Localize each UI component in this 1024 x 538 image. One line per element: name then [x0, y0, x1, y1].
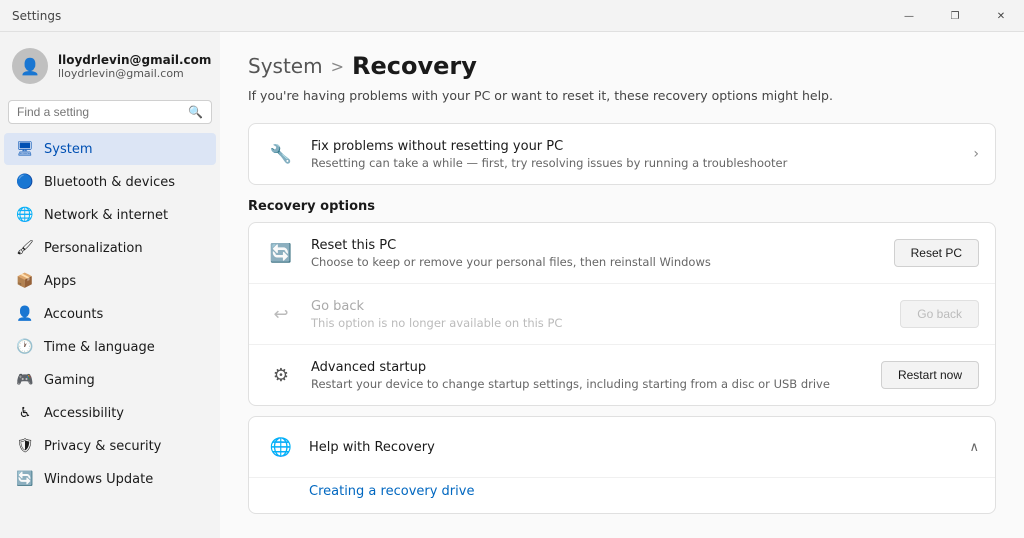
titlebar: Settings — ❐ ✕ [0, 0, 1024, 32]
help-recovery-icon: 🌐 [265, 431, 297, 463]
sidebar-item-update[interactable]: 🔄 Windows Update [4, 463, 216, 495]
search-icon: 🔍 [188, 105, 203, 119]
window-title: Settings [12, 9, 61, 23]
help-recovery-content: Creating a recovery drive [249, 477, 995, 513]
breadcrumb: System > Recovery [248, 52, 996, 80]
sidebar-item-label: Time & language [44, 340, 155, 355]
gaming-icon: 🎮 [16, 371, 34, 389]
fix-problems-chevron: › [973, 146, 979, 162]
user-info: lloydrlevin@gmail.com lloydrlevin@gmail.… [58, 53, 211, 80]
fix-problems-text: Fix problems without resetting your PC R… [311, 139, 959, 170]
sidebar-item-network[interactable]: 🌐 Network & internet [4, 199, 216, 231]
avatar: 👤 [12, 48, 48, 84]
sidebar-item-label: Bluetooth & devices [44, 175, 175, 190]
advanced-startup-title: Advanced startup [311, 360, 867, 375]
go-back-row: ↩ Go back This option is no longer avail… [249, 283, 995, 344]
reset-pc-row: 🔄 Reset this PC Choose to keep or remove… [249, 223, 995, 283]
sidebar-item-system[interactable]: 🖥 System [4, 133, 216, 165]
breadcrumb-parent: System [248, 54, 323, 78]
sidebar-item-label: Accessibility [44, 406, 124, 421]
nav-container: 🖥 System 🔵 Bluetooth & devices 🌐 Network… [0, 132, 220, 496]
minimize-button[interactable]: — [886, 0, 932, 32]
sidebar-item-label: Personalization [44, 241, 143, 256]
sidebar-item-accessibility[interactable]: ♿ Accessibility [4, 397, 216, 429]
help-recovery-header[interactable]: 🌐 Help with Recovery ∧ [249, 417, 995, 477]
fix-problems-card[interactable]: 🔧 Fix problems without resetting your PC… [248, 123, 996, 185]
breadcrumb-separator: > [331, 57, 344, 76]
reset-pc-text: Reset this PC Choose to keep or remove y… [311, 238, 880, 269]
user-email-secondary: lloydrlevin@gmail.com [58, 67, 211, 80]
window-controls: — ❐ ✕ [886, 0, 1024, 31]
apps-icon: 📦 [16, 272, 34, 290]
fix-problems-subtitle: Resetting can take a while — first, try … [311, 156, 959, 170]
fix-problems-icon: 🔧 [265, 138, 297, 170]
user-profile[interactable]: 👤 lloydrlevin@gmail.com lloydrlevin@gmai… [0, 40, 220, 100]
go-back-text: Go back This option is no longer availab… [311, 299, 886, 330]
sidebar-item-privacy[interactable]: 🛡 Privacy & security [4, 430, 216, 462]
advanced-startup-text: Advanced startup Restart your device to … [311, 360, 867, 391]
sidebar-item-label: Gaming [44, 373, 95, 388]
maximize-button[interactable]: ❐ [932, 0, 978, 32]
reset-pc-icon: 🔄 [265, 237, 297, 269]
reset-pc-title: Reset this PC [311, 238, 880, 253]
system-icon: 🖥 [16, 140, 34, 158]
time-icon: 🕐 [16, 338, 34, 356]
sidebar-item-label: Privacy & security [44, 439, 161, 454]
creating-recovery-drive-link[interactable]: Creating a recovery drive [309, 484, 474, 499]
advanced-startup-subtitle: Restart your device to change startup se… [311, 377, 867, 391]
help-recovery-title: Help with Recovery [309, 440, 957, 455]
app-container: 👤 lloydrlevin@gmail.com lloydrlevin@gmai… [0, 32, 1024, 538]
reset-pc-button[interactable]: Reset PC [894, 239, 979, 267]
update-icon: 🔄 [16, 470, 34, 488]
sidebar-item-time[interactable]: 🕐 Time & language [4, 331, 216, 363]
sidebar-item-gaming[interactable]: 🎮 Gaming [4, 364, 216, 396]
restart-now-button[interactable]: Restart now [881, 361, 979, 389]
sidebar-item-accounts[interactable]: 👤 Accounts [4, 298, 216, 330]
close-button[interactable]: ✕ [978, 0, 1024, 32]
sidebar-item-bluetooth[interactable]: 🔵 Bluetooth & devices [4, 166, 216, 198]
personalization-icon: 🖌 [16, 239, 34, 257]
accessibility-icon: ♿ [16, 404, 34, 422]
search-box[interactable]: 🔍 [8, 100, 212, 124]
reset-pc-subtitle: Choose to keep or remove your personal f… [311, 255, 880, 269]
go-back-icon: ↩ [265, 298, 297, 330]
recovery-options-card: 🔄 Reset this PC Choose to keep or remove… [248, 222, 996, 406]
fix-problems-title: Fix problems without resetting your PC [311, 139, 959, 154]
sidebar-item-personalization[interactable]: 🖌 Personalization [4, 232, 216, 264]
get-help-icon: 💬 [248, 534, 280, 538]
sidebar-item-label: Windows Update [44, 472, 153, 487]
recovery-section-label: Recovery options [248, 199, 996, 214]
page-description: If you're having problems with your PC o… [248, 88, 996, 103]
accounts-icon: 👤 [16, 305, 34, 323]
help-recovery-chevron: ∧ [969, 440, 979, 455]
main-content: System > Recovery If you're having probl… [220, 32, 1024, 538]
go-back-button: Go back [900, 300, 979, 328]
privacy-icon: 🛡 [16, 437, 34, 455]
sidebar-item-label: Network & internet [44, 208, 168, 223]
advanced-startup-icon: ⚙ [265, 359, 297, 391]
breadcrumb-current: Recovery [352, 52, 477, 80]
help-recovery-card[interactable]: 🌐 Help with Recovery ∧ Creating a recove… [248, 416, 996, 514]
advanced-startup-row: ⚙ Advanced startup Restart your device t… [249, 344, 995, 405]
network-icon: 🌐 [16, 206, 34, 224]
search-input[interactable] [17, 105, 182, 119]
bluetooth-icon: 🔵 [16, 173, 34, 191]
sidebar-item-label: Accounts [44, 307, 103, 322]
sidebar-item-label: System [44, 142, 92, 157]
sidebar-item-label: Apps [44, 274, 76, 289]
get-help-row: 💬 Get help [248, 524, 996, 538]
go-back-subtitle: This option is no longer available on th… [311, 316, 886, 330]
help-recovery-text: Help with Recovery [309, 440, 957, 455]
sidebar-item-apps[interactable]: 📦 Apps [4, 265, 216, 297]
sidebar: 👤 lloydrlevin@gmail.com lloydrlevin@gmai… [0, 32, 220, 538]
go-back-title: Go back [311, 299, 886, 314]
user-email-primary: lloydrlevin@gmail.com [58, 53, 211, 67]
